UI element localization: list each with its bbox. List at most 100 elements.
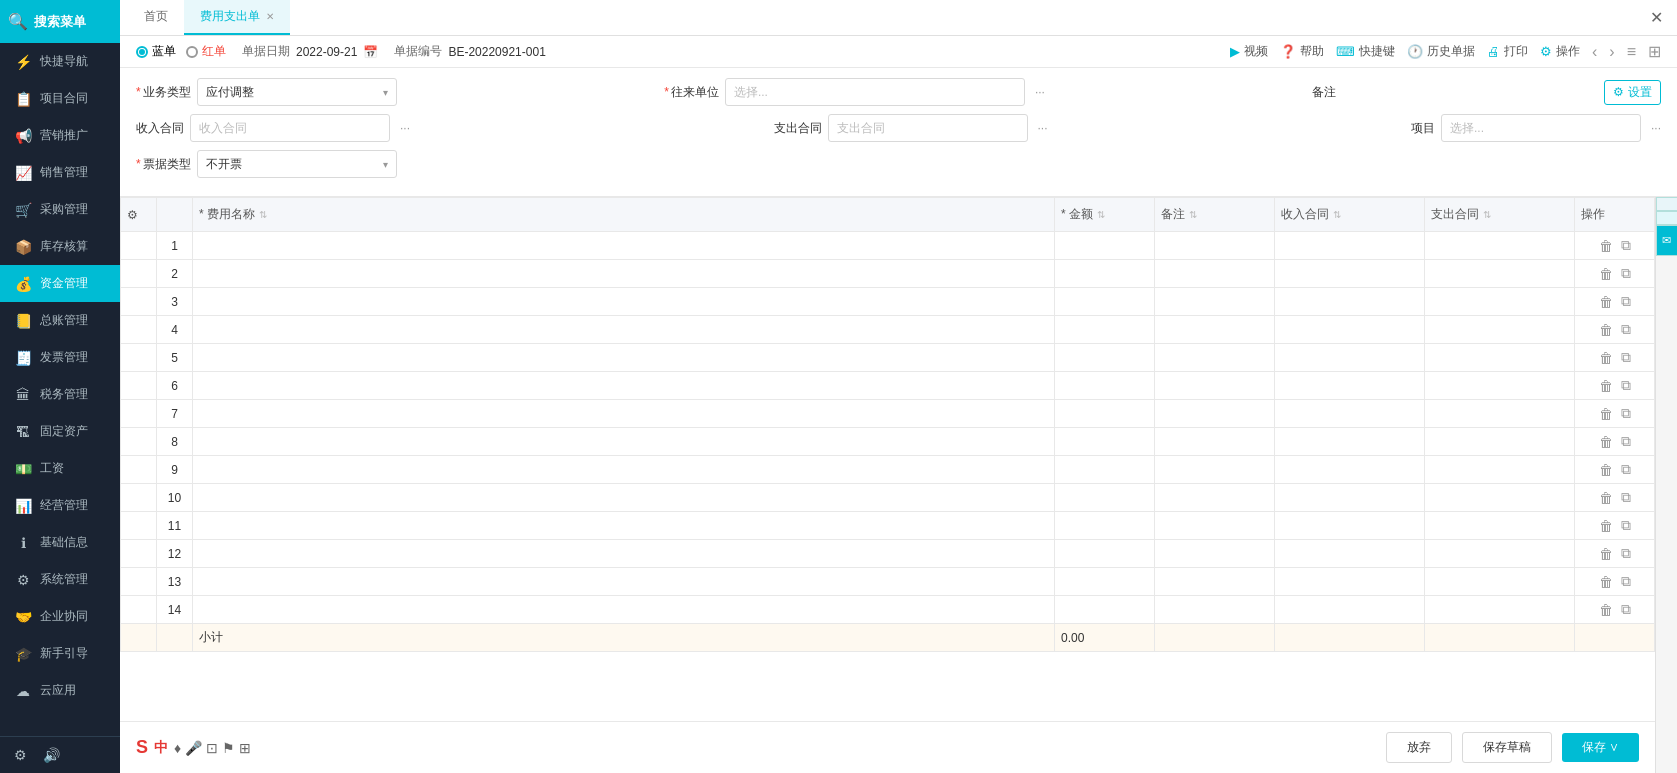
delete-row-icon[interactable]: 🗑 <box>1599 518 1613 534</box>
col-settings[interactable]: ⚙ <box>121 198 157 232</box>
tab-home[interactable]: 首页 <box>128 0 184 35</box>
sort-icon-amount[interactable]: ⇅ <box>1097 209 1105 220</box>
col-income-contract[interactable]: 收入合同 ⇅ <box>1275 198 1425 232</box>
settings-gear-icon[interactable]: ⚙ <box>14 747 27 763</box>
table-row[interactable]: 2🗑⧉ <box>121 260 1655 288</box>
sidebar-item-quick-nav[interactable]: ⚡ 快捷导航 <box>0 43 120 80</box>
copy-row-icon[interactable]: ⧉ <box>1621 433 1631 450</box>
radio-blue[interactable]: 蓝单 <box>136 43 176 60</box>
toolbar-shortcuts-btn[interactable]: ⌨ 快捷键 <box>1336 43 1395 60</box>
col-expense-name[interactable]: * 费用名称 ⇅ <box>193 198 1055 232</box>
copy-row-icon[interactable]: ⧉ <box>1621 573 1631 590</box>
copy-row-icon[interactable]: ⧉ <box>1621 321 1631 338</box>
col-amount[interactable]: * 金额 ⇅ <box>1055 198 1155 232</box>
table-settings-icon[interactable]: ⚙ <box>127 208 138 222</box>
expense-contract-more-icon[interactable]: ··· <box>1038 121 1048 135</box>
col-expense-contract[interactable]: 支出合同 ⇅ <box>1425 198 1575 232</box>
copy-row-icon[interactable]: ⧉ <box>1621 265 1631 282</box>
delete-row-icon[interactable]: 🗑 <box>1599 462 1613 478</box>
copy-row-icon[interactable]: ⧉ <box>1621 461 1631 478</box>
table-row[interactable]: 3🗑⧉ <box>121 288 1655 316</box>
table-row[interactable]: 8🗑⧉ <box>121 428 1655 456</box>
toolbar-history-btn[interactable]: 🕐 历史单据 <box>1407 43 1475 60</box>
sidebar-item-invoice[interactable]: 🧾 发票管理 <box>0 339 120 376</box>
col-note[interactable]: 备注 ⇅ <box>1155 198 1275 232</box>
nav-prev-icon[interactable]: ‹ <box>1592 43 1597 61</box>
window-close-button[interactable]: ✕ <box>1644 6 1669 29</box>
table-row[interactable]: 14🗑⧉ <box>121 596 1655 624</box>
sidebar-item-accounting[interactable]: 📒 总账管理 <box>0 302 120 339</box>
delete-row-icon[interactable]: 🗑 <box>1599 602 1613 618</box>
sidebar-item-system[interactable]: ⚙ 系统管理 <box>0 561 120 598</box>
table-row[interactable]: 12🗑⧉ <box>121 540 1655 568</box>
sidebar-item-purchase[interactable]: 🛒 采购管理 <box>0 191 120 228</box>
save-draft-button[interactable]: 保存草稿 <box>1462 732 1552 763</box>
table-row[interactable]: 13🗑⧉ <box>121 568 1655 596</box>
sidebar-item-enterprise[interactable]: 🤝 企业协同 <box>0 598 120 635</box>
toolbar-help-btn[interactable]: ❓ 帮助 <box>1280 43 1324 60</box>
calendar-icon[interactable]: 📅 <box>363 45 378 59</box>
income-contract-input[interactable]: 收入合同 <box>190 114 390 142</box>
tab-close-expense[interactable]: ✕ <box>266 11 274 22</box>
delete-row-icon[interactable]: 🗑 <box>1599 322 1613 338</box>
toolbar-operations-btn[interactable]: ⚙ 操作 <box>1540 43 1580 60</box>
sidebar-item-basic-info[interactable]: ℹ 基础信息 <box>0 524 120 561</box>
delete-row-icon[interactable]: 🗑 <box>1599 490 1613 506</box>
sort-icon-expense-contract[interactable]: ⇅ <box>1483 209 1491 220</box>
sidebar-item-sales[interactable]: 📈 销售管理 <box>0 154 120 191</box>
toolbar-video-btn[interactable]: ▶ 视频 <box>1230 43 1268 60</box>
delete-row-icon[interactable]: 🗑 <box>1599 294 1613 310</box>
view-list-icon[interactable]: ≡ <box>1627 43 1636 61</box>
project-input[interactable]: 选择... <box>1441 114 1641 142</box>
sidebar-item-assets[interactable]: 🏗 固定资产 <box>0 413 120 450</box>
copy-row-icon[interactable]: ⧉ <box>1621 517 1631 534</box>
sidebar-item-newbie[interactable]: 🎓 新手引导 <box>0 635 120 672</box>
copy-row-icon[interactable]: ⧉ <box>1621 349 1631 366</box>
delete-row-icon[interactable]: 🗑 <box>1599 266 1613 282</box>
counterpart-input[interactable]: 选择... <box>725 78 1025 106</box>
delete-row-icon[interactable]: 🗑 <box>1599 546 1613 562</box>
view-grid-icon[interactable]: ⊞ <box>1648 42 1661 61</box>
delete-row-icon[interactable]: 🗑 <box>1599 350 1613 366</box>
delete-row-icon[interactable]: 🗑 <box>1599 378 1613 394</box>
sort-icon-note[interactable]: ⇅ <box>1189 209 1197 220</box>
delete-row-icon[interactable]: 🗑 <box>1599 238 1613 254</box>
sidebar-item-operations[interactable]: 📊 经营管理 <box>0 487 120 524</box>
vtab-2[interactable] <box>1656 211 1677 225</box>
table-row[interactable]: 11🗑⧉ <box>121 512 1655 540</box>
table-row[interactable]: 1🗑⧉ <box>121 232 1655 260</box>
nav-next-icon[interactable]: › <box>1609 43 1614 61</box>
invoice-type-input[interactable]: 不开票 ▾ <box>197 150 397 178</box>
income-contract-more-icon[interactable]: ··· <box>400 121 410 135</box>
delete-row-icon[interactable]: 🗑 <box>1599 406 1613 422</box>
volume-icon[interactable]: 🔊 <box>43 747 60 763</box>
sidebar-item-capital[interactable]: 💰 资金管理 <box>0 265 120 302</box>
copy-row-icon[interactable]: ⧉ <box>1621 293 1631 310</box>
settings-button[interactable]: ⚙ 设置 <box>1604 80 1661 105</box>
table-row[interactable]: 4🗑⧉ <box>121 316 1655 344</box>
radio-red[interactable]: 红单 <box>186 43 226 60</box>
copy-row-icon[interactable]: ⧉ <box>1621 237 1631 254</box>
table-row[interactable]: 6🗑⧉ <box>121 372 1655 400</box>
table-row[interactable]: 5🗑⧉ <box>121 344 1655 372</box>
copy-row-icon[interactable]: ⧉ <box>1621 601 1631 618</box>
copy-row-icon[interactable]: ⧉ <box>1621 545 1631 562</box>
table-row[interactable]: 9🗑⧉ <box>121 456 1655 484</box>
sort-icon-income-contract[interactable]: ⇅ <box>1333 209 1341 220</box>
toolbar-print-btn[interactable]: 🖨 打印 <box>1487 43 1528 60</box>
copy-row-icon[interactable]: ⧉ <box>1621 489 1631 506</box>
sidebar-item-salary[interactable]: 💵 工资 <box>0 450 120 487</box>
project-more-icon[interactable]: ··· <box>1651 121 1661 135</box>
sidebar-item-cloud[interactable]: ☁ 云应用 <box>0 672 120 709</box>
delete-row-icon[interactable]: 🗑 <box>1599 574 1613 590</box>
sort-icon-expense-name[interactable]: ⇅ <box>259 209 267 220</box>
table-row[interactable]: 7🗑⧉ <box>121 400 1655 428</box>
sidebar-item-project[interactable]: 📋 项目合同 <box>0 80 120 117</box>
tab-expense[interactable]: 费用支出单 ✕ <box>184 0 290 35</box>
table-row[interactable]: 10🗑⧉ <box>121 484 1655 512</box>
copy-row-icon[interactable]: ⧉ <box>1621 377 1631 394</box>
sidebar-item-tax[interactable]: 🏛 税务管理 <box>0 376 120 413</box>
vtab-message[interactable]: ✉ <box>1656 225 1677 256</box>
save-button[interactable]: 保存 ∨ <box>1562 733 1639 762</box>
vtab-1[interactable] <box>1656 197 1677 211</box>
